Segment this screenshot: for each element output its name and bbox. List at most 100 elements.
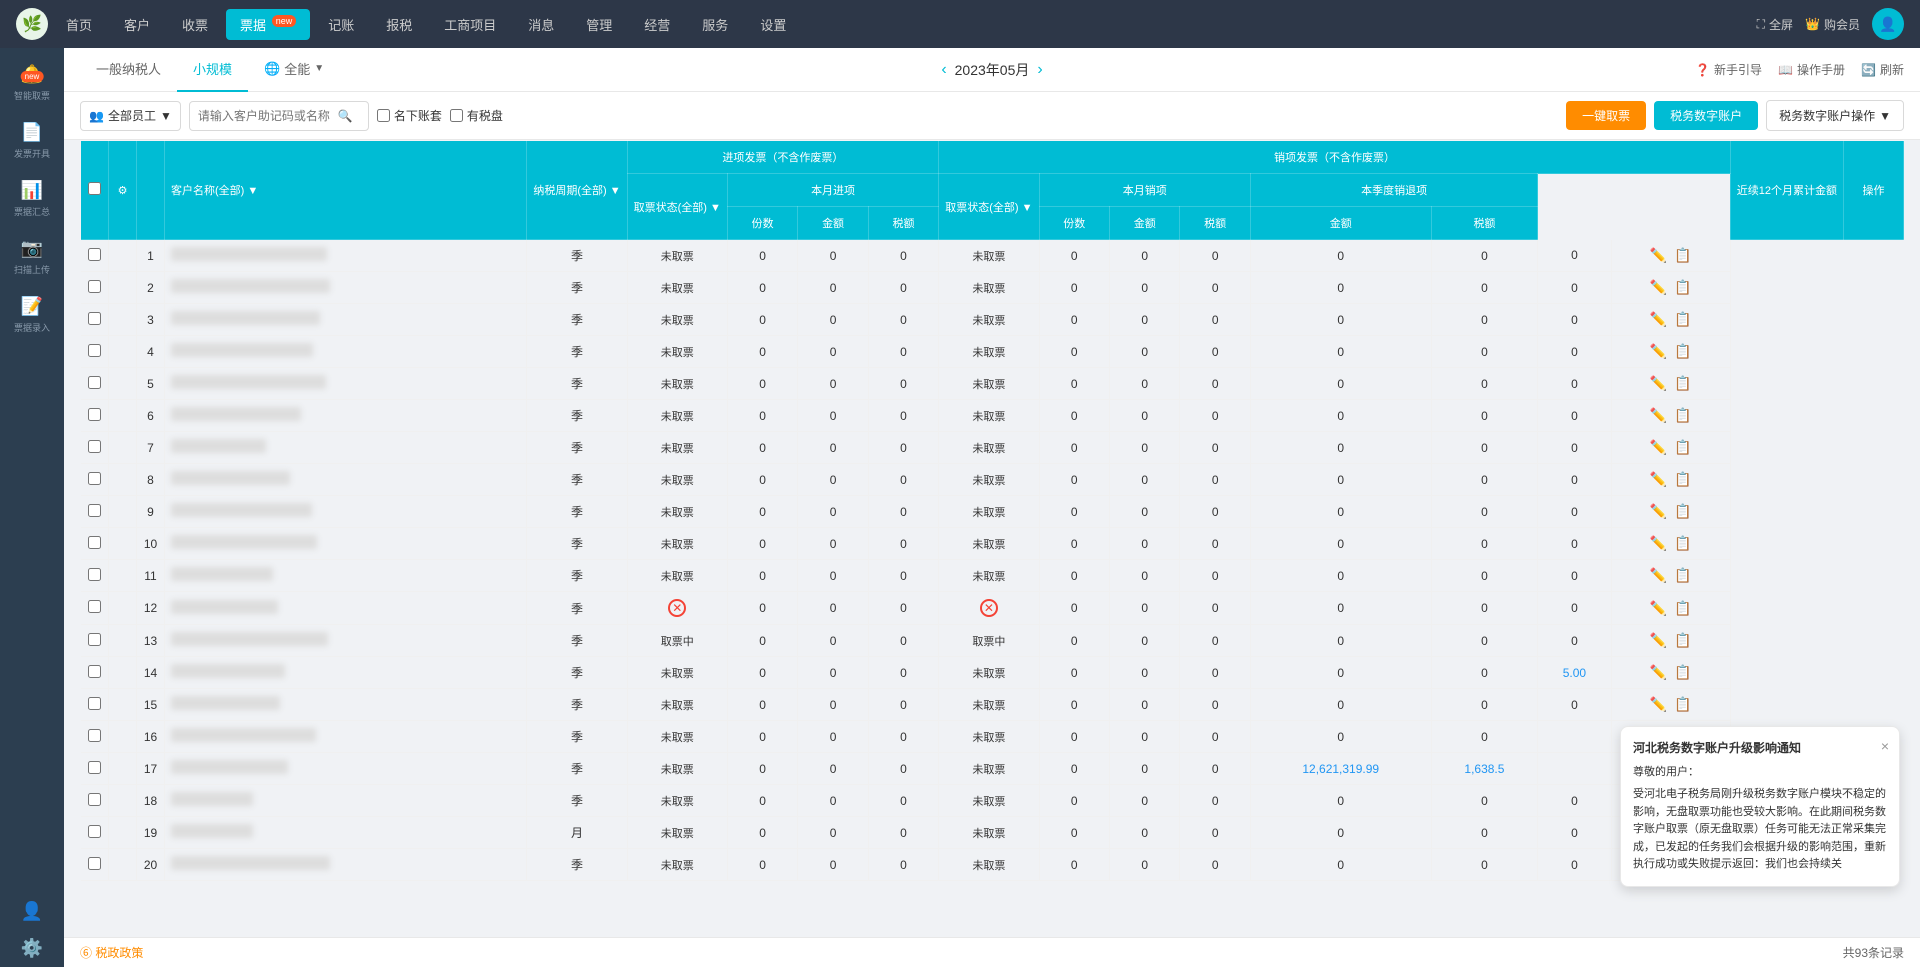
tab-small-scale[interactable]: 小规模 (177, 48, 248, 92)
sidebar-item-user[interactable]: 👤 (17, 893, 47, 930)
row-input-status: 未取票 (627, 657, 727, 689)
edit-icon[interactable]: ✏️ (1648, 245, 1669, 265)
edit-icon[interactable]: ✏️ (1648, 469, 1669, 489)
row-checkbox[interactable] (88, 536, 101, 549)
edit-icon[interactable]: ✏️ (1648, 565, 1669, 585)
edit-icon[interactable]: ✏️ (1648, 694, 1669, 714)
row-checkbox[interactable] (88, 729, 101, 742)
member-btn[interactable]: 👑 购会员 (1805, 16, 1860, 33)
copy-icon[interactable]: 📋 (1672, 437, 1693, 457)
copy-icon[interactable]: 📋 (1672, 469, 1693, 489)
select-all-checkbox[interactable] (88, 182, 101, 195)
edit-icon[interactable]: ✏️ (1648, 373, 1669, 393)
copy-icon[interactable]: 📋 (1672, 565, 1693, 585)
sidebar-item-summary[interactable]: 📊 票据汇总 (0, 172, 64, 226)
row-checkbox[interactable] (88, 633, 101, 646)
row-checkbox[interactable] (88, 665, 101, 678)
row-checkbox[interactable] (88, 697, 101, 710)
copy-icon[interactable]: 📋 (1672, 277, 1693, 297)
nav-tax[interactable]: 报税 (372, 9, 426, 40)
sidebar-item-entry[interactable]: 📝 票据录入 (0, 288, 64, 342)
copy-icon[interactable]: 📋 (1672, 662, 1693, 682)
row-checkbox[interactable] (88, 408, 101, 421)
nav-operation[interactable]: 经营 (630, 9, 684, 40)
col-period-header[interactable]: 纳税周期(全部) ▼ (527, 141, 627, 240)
digital-operation-btn[interactable]: 税务数字账户操作 ▼ (1766, 100, 1904, 131)
row-checkbox[interactable] (88, 248, 101, 261)
row-checkbox[interactable] (88, 504, 101, 517)
tab-general-taxpayer[interactable]: 一般纳税人 (80, 48, 177, 92)
nav-receive[interactable]: 收票 (168, 9, 222, 40)
row-checkbox[interactable] (88, 600, 101, 613)
guide-link[interactable]: ❓ 新手引导 (1695, 61, 1762, 78)
nav-settings[interactable]: 设置 (746, 9, 800, 40)
nav-customer[interactable]: 客户 (110, 9, 164, 40)
manual-link[interactable]: 📖 操作手册 (1778, 61, 1845, 78)
copy-icon[interactable]: 📋 (1672, 309, 1693, 329)
nav-business[interactable]: 工商项目 (430, 9, 510, 40)
checkbox-account[interactable] (377, 109, 390, 122)
sidebar-item-scan[interactable]: 📷 扫描上传 (0, 230, 64, 284)
row-checkbox[interactable] (88, 344, 101, 357)
copy-icon[interactable]: 📋 (1672, 405, 1693, 425)
copy-icon[interactable]: 📋 (1672, 630, 1693, 650)
edit-icon[interactable]: ✏️ (1648, 598, 1669, 618)
sidebar-item-invoice-open[interactable]: 📄 发票开具 (0, 114, 64, 168)
copy-icon[interactable]: 📋 (1672, 533, 1693, 553)
edit-icon[interactable]: ✏️ (1648, 277, 1669, 297)
nav-accounting[interactable]: 记账 (314, 9, 368, 40)
col-output-status-header[interactable]: 取票状态(全部) ▼ (939, 174, 1039, 240)
row-checkbox[interactable] (88, 761, 101, 774)
sidebar-item-config[interactable]: ⚙️ (17, 930, 47, 967)
tab-all[interactable]: 🌐 全能 ▼ (248, 48, 340, 92)
notification-close-btn[interactable]: × (1881, 735, 1889, 757)
edit-icon[interactable]: ✏️ (1648, 405, 1669, 425)
copy-icon[interactable]: 📋 (1672, 245, 1693, 265)
nav-ticket[interactable]: 票据 new (226, 9, 310, 40)
row-checkbox[interactable] (88, 825, 101, 838)
refresh-link[interactable]: 🔄 刷新 (1861, 61, 1904, 78)
row-checkbox[interactable] (88, 440, 101, 453)
employee-select[interactable]: 👥 全部员工 ▼ (80, 101, 181, 131)
checkbox-taxpad[interactable] (450, 109, 463, 122)
search-icon[interactable]: 🔍 (338, 109, 353, 123)
copy-icon[interactable]: 📋 (1672, 341, 1693, 361)
edit-icon[interactable]: ✏️ (1648, 630, 1669, 650)
row-checkbox[interactable] (88, 280, 101, 293)
row-checkbox[interactable] (88, 312, 101, 325)
edit-icon[interactable]: ✏️ (1648, 533, 1669, 553)
copy-icon[interactable]: 📋 (1672, 694, 1693, 714)
col-input-status-header[interactable]: 取票状态(全部) ▼ (627, 174, 727, 240)
fullscreen-btn[interactable]: ⛶ 全屏 (1757, 16, 1793, 33)
edit-icon[interactable]: ✏️ (1648, 309, 1669, 329)
checkbox-taxpad-label[interactable]: 有税盘 (450, 107, 503, 124)
nav-manage[interactable]: 管理 (572, 9, 626, 40)
nav-message[interactable]: 消息 (514, 9, 568, 40)
digital-account-btn[interactable]: 税务数字账户 (1654, 101, 1758, 130)
row-checkbox[interactable] (88, 793, 101, 806)
edit-icon[interactable]: ✏️ (1648, 437, 1669, 457)
copy-icon[interactable]: 📋 (1672, 373, 1693, 393)
edit-icon[interactable]: ✏️ (1648, 662, 1669, 682)
sidebar-item-smart-ticket[interactable]: 🔔 智能取票 new (0, 56, 64, 110)
edit-icon[interactable]: ✏️ (1648, 341, 1669, 361)
checkbox-account-label[interactable]: 名下账套 (377, 107, 442, 124)
user-avatar[interactable]: 👤 (1872, 8, 1904, 40)
row-out-count: 0 (1039, 368, 1109, 400)
period-next-btn[interactable]: › (1037, 61, 1042, 79)
copy-icon[interactable]: 📋 (1672, 598, 1693, 618)
col-name-header[interactable]: 客户名称(全部) ▼ (165, 141, 527, 240)
search-input[interactable] (198, 109, 338, 123)
scan-icon: 📷 (21, 238, 43, 259)
nav-home[interactable]: 首页 (52, 9, 106, 40)
yijian-ticket-btn[interactable]: 一键取票 (1566, 101, 1646, 130)
nav-service[interactable]: 服务 (688, 9, 742, 40)
row-checkbox[interactable] (88, 568, 101, 581)
tax-policy-link[interactable]: ⑥ 税政政策 (80, 944, 143, 961)
period-prev-btn[interactable]: ‹ (941, 61, 946, 79)
row-checkbox[interactable] (88, 376, 101, 389)
row-checkbox[interactable] (88, 472, 101, 485)
copy-icon[interactable]: 📋 (1672, 501, 1693, 521)
edit-icon[interactable]: ✏️ (1648, 501, 1669, 521)
row-checkbox[interactable] (88, 857, 101, 870)
